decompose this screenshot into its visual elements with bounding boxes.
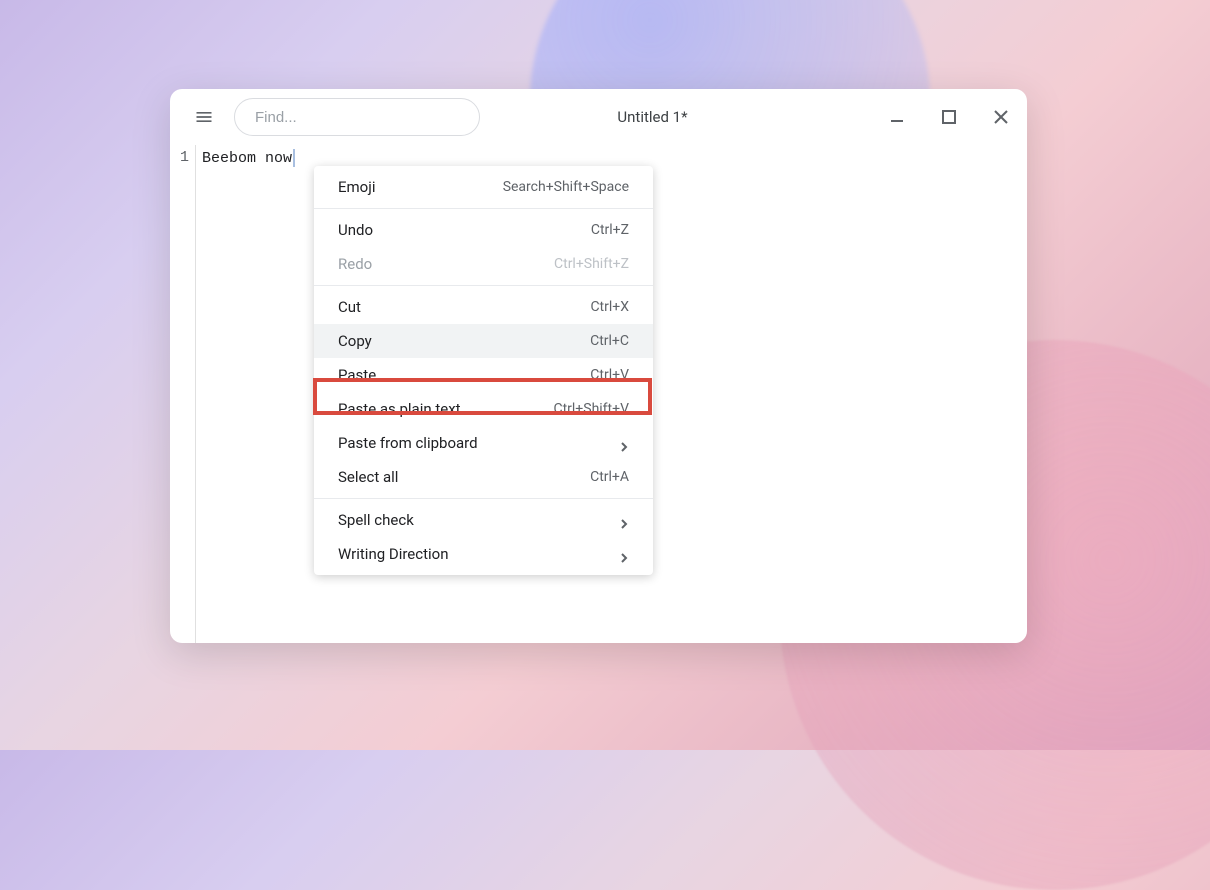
menu-item-copy[interactable]: Copy Ctrl+C: [314, 324, 653, 358]
menu-item-paste[interactable]: Paste Ctrl+V: [314, 358, 653, 392]
menu-item-paste-from-clipboard[interactable]: Paste from clipboard: [314, 426, 653, 460]
menu-shortcut: Search+Shift+Space: [503, 179, 629, 195]
context-menu: Emoji Search+Shift+Space Undo Ctrl+Z Red…: [314, 166, 653, 575]
hamburger-icon: [194, 107, 214, 127]
menu-shortcut: Ctrl+Shift+Z: [554, 256, 629, 272]
menu-label: Select all: [338, 468, 590, 486]
menu-label: Spell check: [338, 511, 619, 529]
chevron-right-icon: [619, 515, 629, 525]
menu-item-spell-check[interactable]: Spell check: [314, 503, 653, 537]
editor-text: Beebom now: [202, 150, 292, 167]
menu-item-select-all[interactable]: Select all Ctrl+A: [314, 460, 653, 494]
menu-label: Redo: [338, 255, 554, 273]
menu-label: Paste: [338, 366, 590, 384]
text-cursor: [293, 149, 295, 167]
menu-item-redo: Redo Ctrl+Shift+Z: [314, 247, 653, 281]
close-icon: [993, 109, 1009, 125]
menu-label: Copy: [338, 332, 590, 350]
menu-shortcut: Ctrl+Z: [591, 222, 629, 238]
menu-item-writing-direction[interactable]: Writing Direction: [314, 537, 653, 571]
chevron-right-icon: [619, 549, 629, 559]
menu-shortcut: Ctrl+Shift+V: [553, 401, 629, 417]
minimize-button[interactable]: [885, 105, 909, 129]
menu-label: Cut: [338, 298, 590, 316]
menu-item-emoji[interactable]: Emoji Search+Shift+Space: [314, 170, 653, 204]
menu-shortcut: Ctrl+A: [590, 469, 629, 485]
window-controls: [885, 105, 1013, 129]
menu-label: Emoji: [338, 178, 503, 196]
titlebar: Untitled 1*: [170, 89, 1027, 145]
menu-label: Undo: [338, 221, 591, 239]
menu-button[interactable]: [184, 97, 224, 137]
menu-item-cut[interactable]: Cut Ctrl+X: [314, 290, 653, 324]
maximize-button[interactable]: [937, 105, 961, 129]
menu-shortcut: Ctrl+C: [590, 333, 629, 349]
menu-label: Paste as plain text: [338, 400, 553, 418]
maximize-icon: [941, 109, 957, 125]
menu-shortcut: Ctrl+V: [590, 367, 629, 383]
chevron-right-icon: [619, 438, 629, 448]
minimize-icon: [889, 109, 905, 125]
menu-item-paste-as-plain-text[interactable]: Paste as plain text Ctrl+Shift+V: [314, 392, 653, 426]
document-title: Untitled 1*: [490, 108, 875, 126]
line-gutter: 1: [170, 145, 196, 643]
find-box[interactable]: [234, 98, 480, 136]
menu-shortcut: Ctrl+X: [590, 299, 629, 315]
close-button[interactable]: [989, 105, 1013, 129]
line-number: 1: [170, 149, 189, 166]
menu-item-undo[interactable]: Undo Ctrl+Z: [314, 213, 653, 247]
menu-label: Paste from clipboard: [338, 434, 619, 452]
menu-label: Writing Direction: [338, 545, 619, 563]
find-input[interactable]: [255, 109, 459, 126]
